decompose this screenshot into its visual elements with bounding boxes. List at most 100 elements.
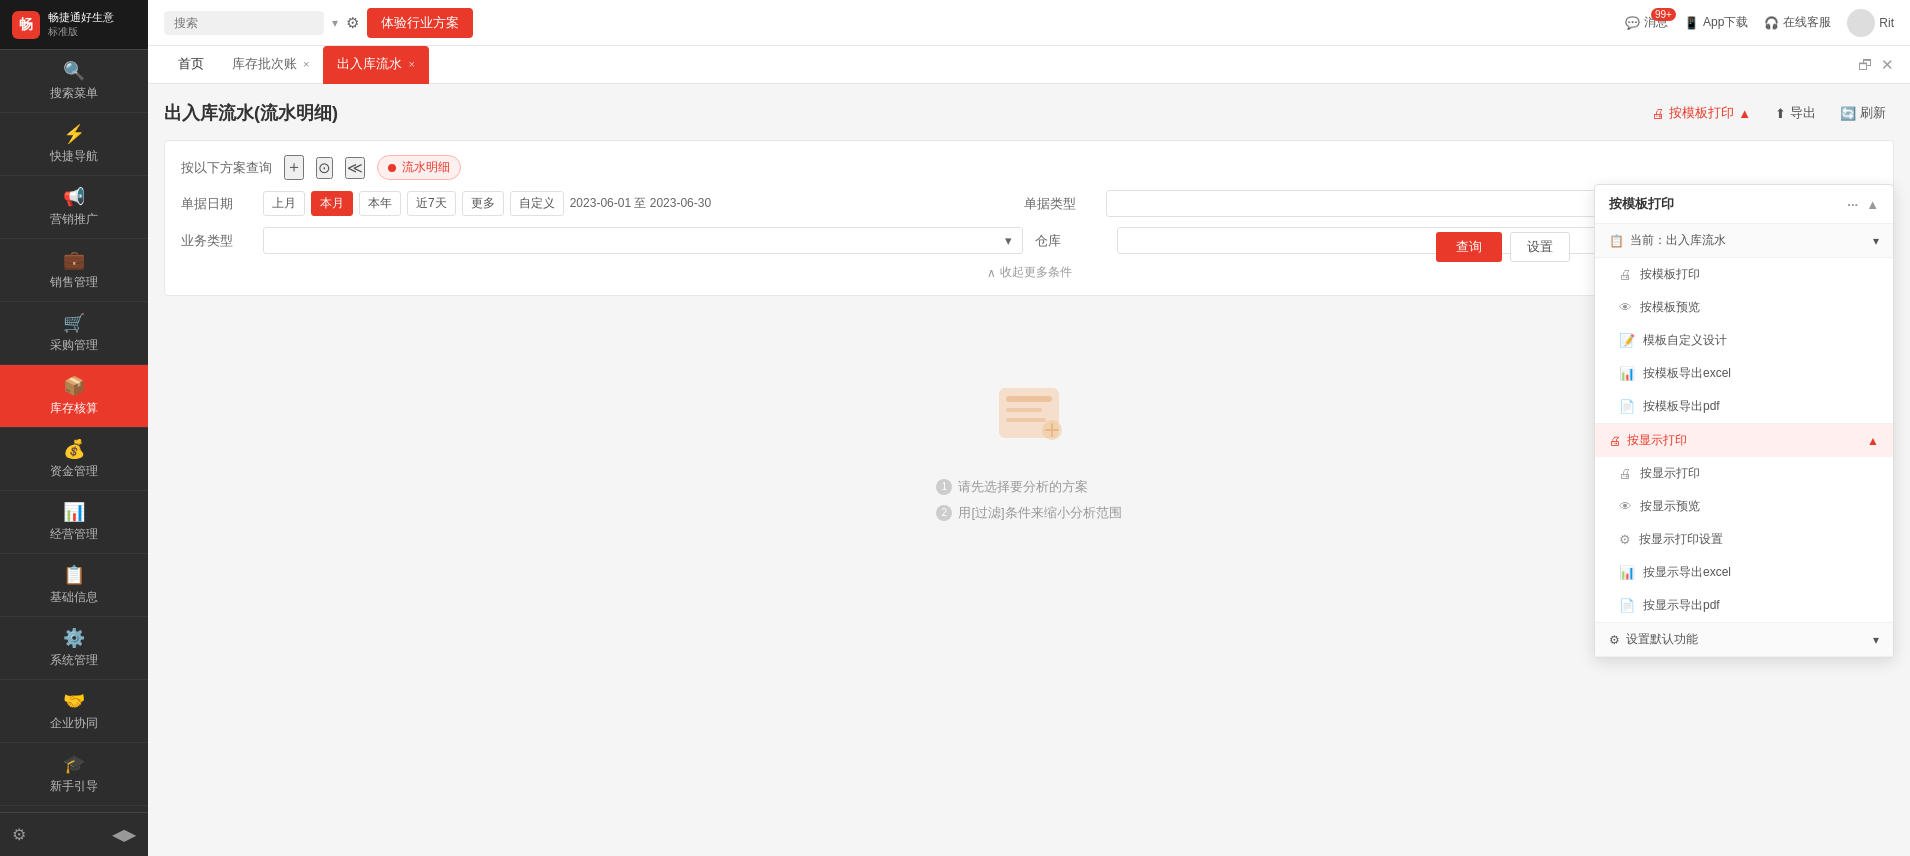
item-label: 按显示打印 [1640,465,1700,482]
tab-batch-account[interactable]: 库存批次账 × [218,46,323,84]
tab-inout-close-icon[interactable]: × [408,58,414,70]
export-button[interactable]: ⬆ 导出 [1767,100,1824,126]
sidebar-item-label: 新手引导 [50,778,98,795]
svg-rect-3 [1006,418,1046,422]
page-header: 出入库流水(流水明细) 🖨 按模板打印 ▲ ⬆ 导出 🔄 刷新 [164,100,1894,126]
warehouse-label: 仓库 [1035,232,1105,250]
dropdown-item-template-design[interactable]: 📝 模板自定义设计 [1595,324,1893,357]
dropdown-item-display-print[interactable]: 🖨 按显示打印 [1595,457,1893,490]
dropdown-item-display-preview[interactable]: 👁 按显示预览 [1595,490,1893,523]
topbar-gear-icon[interactable]: ⚙ [346,14,359,32]
window-close-button[interactable]: ✕ [1881,56,1894,74]
tab-batch-close-icon[interactable]: × [303,58,309,70]
tag-label: 流水明细 [402,159,450,176]
sidebar-item-label: 系统管理 [50,652,98,669]
user-profile[interactable]: Rit [1847,9,1894,37]
sidebar-item-label: 采购管理 [50,337,98,354]
filter-collapse-button[interactable]: ≪ [345,157,365,179]
search-icon: 🔍 [63,60,85,82]
print-dropdown-panel: 按模板打印 ··· ▲ 📋 当前：出入库流水 ▾ [1594,184,1894,658]
item-label: 按显示预览 [1640,498,1700,515]
collapse-label: 收起更多条件 [1000,264,1072,281]
tab-inout-flow[interactable]: 出入库流水 × [323,46,428,84]
dropdown-set-default-section: ⚙ 设置默认功能 ▾ [1595,623,1893,657]
sidebar-item-label: 企业协同 [50,715,98,732]
sidebar-bottom: ⚙ ◀▶ [0,812,148,856]
item-label: 按模板预览 [1640,299,1700,316]
preview-icon: 👁 [1619,300,1632,315]
dropdown-item-template-excel[interactable]: 📊 按模板导出excel [1595,357,1893,390]
dropdown-display-header[interactable]: 🖨 按显示打印 ▲ [1595,424,1893,457]
date-btn-this-month[interactable]: 本月 [311,191,353,216]
svg-rect-2 [1006,408,1042,412]
app-download-label: App下载 [1703,14,1748,31]
megaphone-icon: 📢 [63,186,85,208]
collapse-sidebar-icon[interactable]: ◀▶ [112,825,136,844]
sidebar-item-collab[interactable]: 🤝 企业协同 [0,680,148,743]
filter-settings-button[interactable]: ⊙ [316,157,333,179]
print-template-button[interactable]: 🖨 按模板打印 ▲ [1644,100,1759,126]
date-btn-7days[interactable]: 近7天 [407,191,456,216]
sidebar-item-marketing[interactable]: 📢 营销推广 [0,176,148,239]
refresh-button[interactable]: 🔄 刷新 [1832,100,1894,126]
chart-icon: 📊 [63,501,85,523]
dropdown-item-template-print[interactable]: 🖨 按模板打印 [1595,258,1893,291]
sidebar-item-purchase[interactable]: 🛒 采购管理 [0,302,148,365]
refresh-label: 刷新 [1860,104,1886,122]
dropdown-chevron-icon[interactable]: ▲ [1866,197,1879,212]
collapse-more-button[interactable]: ∧ 收起更多条件 [987,264,1072,281]
dropdown-item-display-pdf[interactable]: 📄 按显示导出pdf [1595,589,1893,622]
briefcase-icon: 💼 [63,249,85,271]
sidebar-item-inventory[interactable]: 📦 库存核算 [0,365,148,428]
query-button[interactable]: 查询 [1436,232,1502,262]
settings-bottom-icon[interactable]: ⚙ [12,825,26,844]
headset-icon: 🎧 [1764,16,1779,30]
sidebar-item-finance[interactable]: 💰 资金管理 [0,428,148,491]
step1-number: 1 [936,479,952,495]
dropdown-set-default-header[interactable]: ⚙ 设置默认功能 ▾ [1595,623,1893,656]
export-label: 导出 [1790,104,1816,122]
empty-illustration [984,368,1074,458]
trial-button[interactable]: 体验行业方案 [367,8,473,38]
dropdown-item-template-preview[interactable]: 👁 按模板预览 [1595,291,1893,324]
dropdown-item-display-excel[interactable]: 📊 按显示导出excel [1595,556,1893,589]
search-input[interactable] [164,11,324,35]
sidebar-item-quick-nav[interactable]: ⚡ 快捷导航 [0,113,148,176]
app-download-button[interactable]: 📱 App下载 [1684,14,1748,31]
dropdown-more-icon[interactable]: ··· [1847,197,1858,212]
settings-button[interactable]: 设置 [1510,232,1570,262]
search-chevron-icon[interactable]: ▾ [332,16,338,30]
sidebar-item-system[interactable]: ⚙️ 系统管理 [0,617,148,680]
date-btn-more[interactable]: 更多 [462,191,504,216]
page-content: 出入库流水(流水明细) 🖨 按模板打印 ▲ ⬆ 导出 🔄 刷新 [148,84,1910,856]
message-button[interactable]: 💬 消息 99+ [1625,14,1668,31]
tab-home[interactable]: 首页 [164,46,218,84]
message-icon: 💬 [1625,16,1640,30]
biz-type-select[interactable]: ▾ [263,227,1023,254]
customer-service-button[interactable]: 🎧 在线客服 [1764,14,1831,31]
sidebar-item-search[interactable]: 🔍 搜索菜单 [0,50,148,113]
tabs-right: 🗗 ✕ [1858,56,1894,74]
date-btn-this-year[interactable]: 本年 [359,191,401,216]
sidebar-item-basic[interactable]: 📋 基础信息 [0,554,148,617]
date-btn-last-month[interactable]: 上月 [263,191,305,216]
date-range-display: 2023-06-01 至 2023-06-30 [570,195,711,212]
sidebar-item-guide[interactable]: 🎓 新手引导 [0,743,148,806]
dropdown-item-template-pdf[interactable]: 📄 按模板导出pdf [1595,390,1893,423]
date-btn-custom[interactable]: 自定义 [510,191,564,216]
current-chevron-icon: ▾ [1873,234,1879,248]
message-badge: 99+ [1651,8,1676,21]
dropdown-current-header[interactable]: 📋 当前：出入库流水 ▾ [1595,224,1893,257]
dropdown-template-print-section: 🖨 按模板打印 👁 按模板预览 📝 模板自定义设计 📊 按模板导出excel 📄 [1595,258,1893,424]
display-header-label: 按显示打印 [1627,432,1687,449]
page-title: 出入库流水(流水明细) [164,101,338,125]
tag-dot [388,164,396,172]
filter-tag[interactable]: 流水明细 [377,155,461,180]
add-filter-button[interactable]: ＋ [284,155,304,180]
window-restore-button[interactable]: 🗗 [1858,56,1873,73]
dropdown-item-display-settings[interactable]: ⚙ 按显示打印设置 [1595,523,1893,556]
item-label: 按模板打印 [1640,266,1700,283]
display-chevron-icon: ▲ [1867,434,1879,448]
sidebar-item-sales[interactable]: 💼 销售管理 [0,239,148,302]
sidebar-item-operations[interactable]: 📊 经营管理 [0,491,148,554]
